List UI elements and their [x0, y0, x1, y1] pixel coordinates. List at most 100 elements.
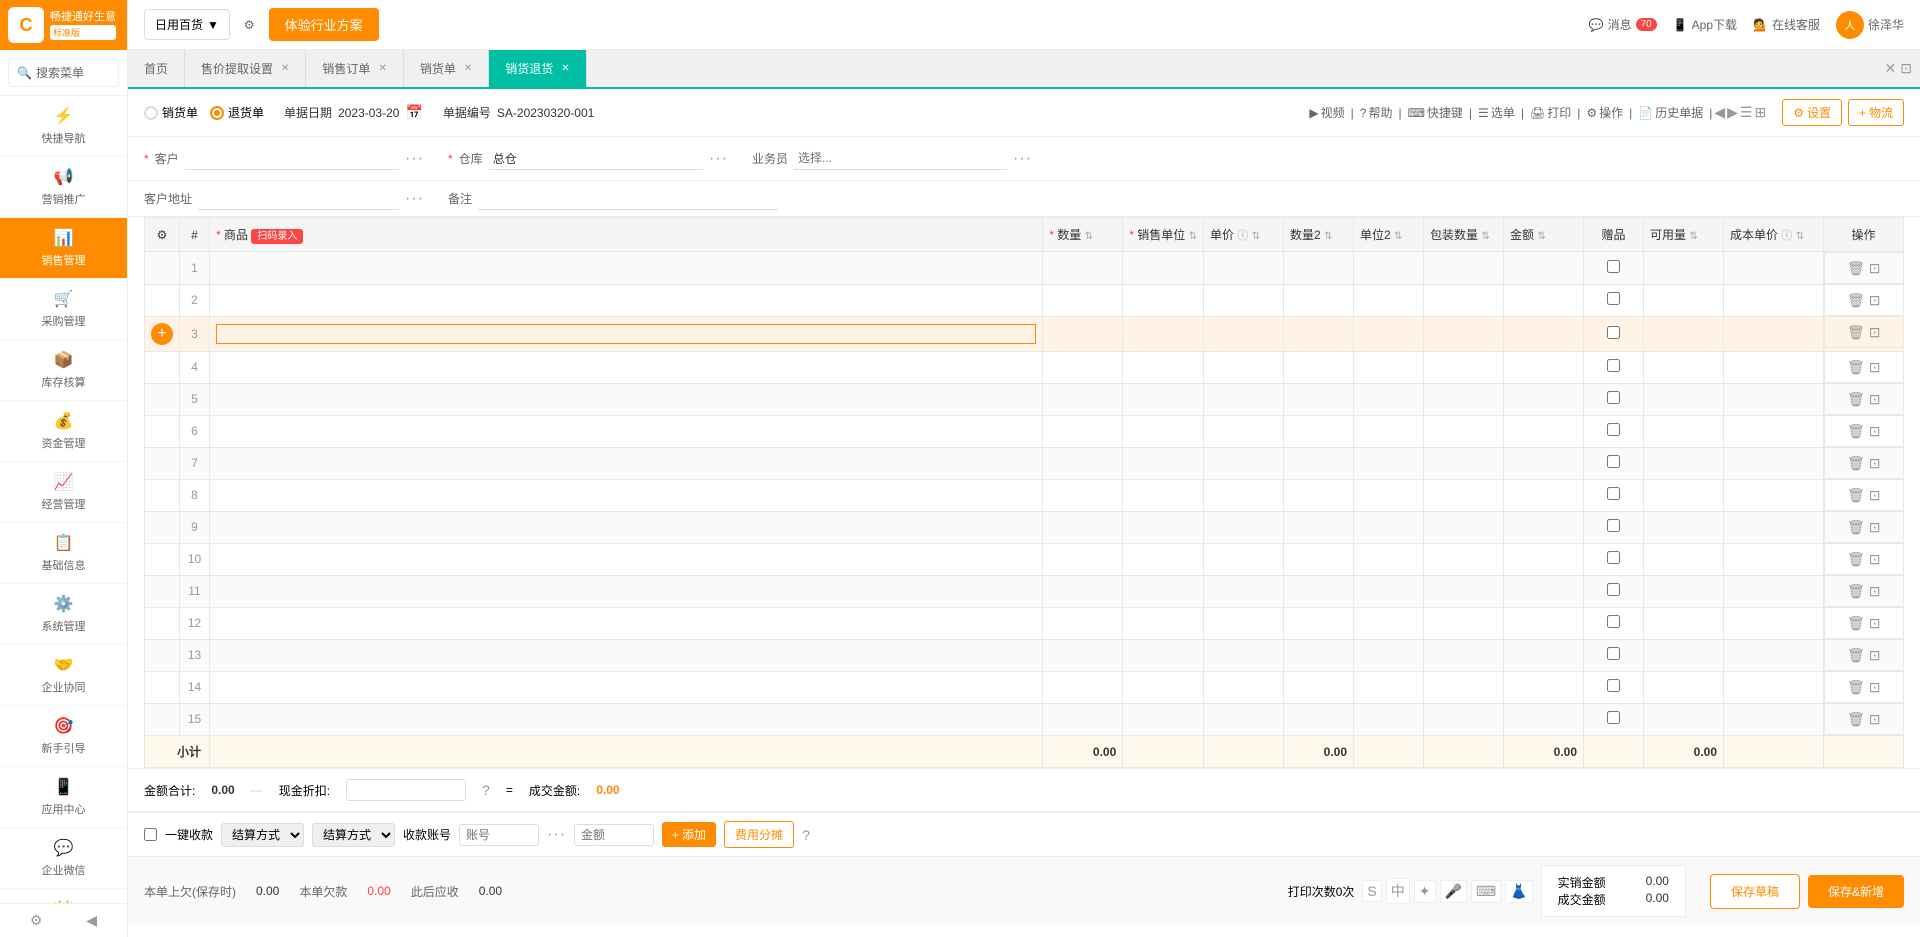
gift-checkbox[interactable]	[1607, 519, 1620, 532]
gear-icon[interactable]: ⚙	[157, 228, 168, 242]
row-pack-cell[interactable]	[1424, 284, 1504, 316]
gift-checkbox[interactable]	[1607, 615, 1620, 628]
gift-checkbox[interactable]	[1607, 391, 1620, 404]
gift-checkbox[interactable]	[1607, 326, 1620, 339]
gift-checkbox[interactable]	[1607, 359, 1620, 372]
row-gift-cell[interactable]	[1584, 316, 1644, 351]
online-service-button[interactable]: 💁 在线客服	[1753, 16, 1820, 33]
copy-row-button[interactable]: ⊡	[1869, 647, 1881, 664]
discount-input[interactable]	[346, 779, 466, 801]
customer-input[interactable]	[185, 147, 399, 170]
row-pack-cell[interactable]	[1424, 252, 1504, 285]
shortcut-button[interactable]: ⌨ 快捷键	[1404, 102, 1467, 123]
row-gift-cell[interactable]	[1584, 284, 1644, 316]
row-price-cell[interactable]	[1204, 252, 1284, 285]
add-payment-button[interactable]: + 添加	[662, 822, 716, 847]
row-unit2-cell[interactable]	[1354, 252, 1424, 285]
industry-select[interactable]: 日用百货 ▼	[144, 9, 230, 40]
copy-row-button[interactable]: ⊡	[1869, 455, 1881, 472]
next-record-button[interactable]: ▶	[1727, 104, 1738, 121]
delete-row-button[interactable]: 🗑	[1847, 487, 1865, 504]
user-menu[interactable]: 人 徐泽华	[1836, 11, 1904, 39]
row-product-cell[interactable]	[210, 252, 1043, 285]
delete-row-button[interactable]: 🗑	[1847, 647, 1865, 664]
copy-row-button[interactable]: ⊡	[1869, 487, 1881, 504]
row-qty-cell[interactable]	[1043, 316, 1123, 351]
sidebar-item-marketing[interactable]: 📢 营销推广	[0, 157, 127, 218]
video-button[interactable]: ▶ 视频	[1305, 102, 1348, 123]
row-pack-cell[interactable]	[1424, 316, 1504, 351]
prev-record-button[interactable]: ◀	[1714, 104, 1725, 121]
cost-sort-icon[interactable]: ⇅	[1796, 231, 1804, 242]
gift-checkbox[interactable]	[1607, 455, 1620, 468]
row-qty2-cell[interactable]	[1284, 316, 1354, 351]
tab-restore-button[interactable]: ⊡	[1900, 60, 1912, 77]
onetime-payment-checkbox[interactable]	[144, 828, 157, 841]
copy-row-button[interactable]: ⊡	[1869, 292, 1881, 309]
copy-row-button[interactable]: ⊡	[1869, 260, 1881, 277]
gift-checkbox[interactable]	[1607, 487, 1620, 500]
payment-amount-input[interactable]	[574, 824, 654, 846]
tab-close-all-button[interactable]: ✕	[1885, 60, 1897, 77]
pack-sort-icon[interactable]: ⇅	[1481, 231, 1489, 242]
row-unit2-cell[interactable]	[1354, 284, 1424, 316]
row-product-cell[interactable]	[210, 284, 1043, 316]
list-view-button[interactable]: ☰	[1740, 104, 1753, 121]
delete-row-button[interactable]: 🗑	[1847, 679, 1865, 696]
price-info-icon[interactable]: ⓘ	[1237, 230, 1248, 242]
tab-close-icon[interactable]: ✕	[378, 63, 386, 74]
history-button[interactable]: 📄 历史单据	[1634, 102, 1707, 123]
copy-row-button[interactable]: ⊡	[1869, 615, 1881, 632]
row-gift-cell[interactable]	[1584, 252, 1644, 285]
sidebar-item-purchase-mgmt[interactable]: 🛒 采购管理	[0, 279, 127, 340]
delete-row-button[interactable]: 🗑	[1847, 519, 1865, 536]
sidebar-item-sales-mgmt[interactable]: 📊 销售管理	[0, 218, 127, 279]
row-price-cell[interactable]	[1204, 284, 1284, 316]
available-sort-icon[interactable]: ⇅	[1689, 231, 1697, 242]
copy-row-button[interactable]: ⊡	[1869, 391, 1881, 408]
sidebar-item-member[interactable]: 👑 畅会员	[0, 889, 127, 903]
row-price-cell[interactable]	[1204, 316, 1284, 351]
operate-button[interactable]: ⚙ 操作	[1582, 102, 1627, 123]
delete-row-button[interactable]: 🗑	[1847, 615, 1865, 632]
sidebar-item-enterprise[interactable]: 🤝 企业协同	[0, 645, 127, 706]
calc-method-select[interactable]: 结算方式	[221, 823, 304, 847]
copy-row-button[interactable]: ⊡	[1869, 679, 1881, 696]
amount-sort-icon[interactable]: ⇅	[1537, 231, 1545, 242]
sidebar-item-system[interactable]: ⚙️ 系统管理	[0, 584, 127, 645]
row-cost-cell[interactable]	[1724, 284, 1824, 316]
radio-sale[interactable]: 销货单	[144, 104, 198, 121]
row-cost-cell[interactable]	[1724, 316, 1824, 351]
sidebar-collapse-button[interactable]: ◀	[86, 912, 97, 929]
row-qty-cell[interactable]	[1043, 252, 1123, 285]
gift-checkbox[interactable]	[1607, 647, 1620, 660]
customer-select-icon[interactable]: ···	[405, 150, 424, 168]
add-row-button[interactable]: +	[151, 323, 173, 345]
sidebar-item-app-center[interactable]: 📱 应用中心	[0, 767, 127, 828]
ime-icon1[interactable]: S	[1362, 880, 1381, 902]
ime-icon5[interactable]: ⌨	[1471, 880, 1501, 903]
delete-row-button[interactable]: 🗑	[1847, 260, 1865, 277]
delete-row-button[interactable]: 🗑	[1847, 292, 1865, 309]
gift-checkbox[interactable]	[1607, 551, 1620, 564]
row-available-cell[interactable]	[1644, 252, 1724, 285]
ime-icon4[interactable]: 🎤	[1440, 880, 1467, 903]
address-select-icon[interactable]: ···	[405, 190, 424, 208]
topbar-gear-button[interactable]: ⚙	[238, 12, 261, 38]
print-button[interactable]: 🖨 打印	[1526, 102, 1575, 123]
delete-row-button[interactable]: 🗑	[1847, 359, 1865, 376]
sidebar-settings-button[interactable]: ⚙	[30, 912, 43, 929]
gift-checkbox[interactable]	[1607, 583, 1620, 596]
row-unit2-cell[interactable]	[1354, 316, 1424, 351]
sidebar-item-quick-nav[interactable]: ⚡ 快捷导航	[0, 96, 127, 157]
tab-close-icon[interactable]: ✕	[561, 63, 569, 74]
tab-price-settings[interactable]: 售价提取设置 ✕	[185, 50, 306, 87]
copy-row-button[interactable]: ⊡	[1869, 551, 1881, 568]
copy-row-button[interactable]: ⊡	[1869, 423, 1881, 440]
tab-close-icon[interactable]: ✕	[281, 63, 289, 74]
discount-help-icon[interactable]: ?	[482, 782, 490, 798]
row-available-cell[interactable]	[1644, 316, 1724, 351]
row-unit-cell[interactable]	[1123, 252, 1204, 285]
app-download-button[interactable]: 📱 App下载	[1673, 16, 1737, 33]
tab-home[interactable]: 首页	[128, 50, 185, 87]
